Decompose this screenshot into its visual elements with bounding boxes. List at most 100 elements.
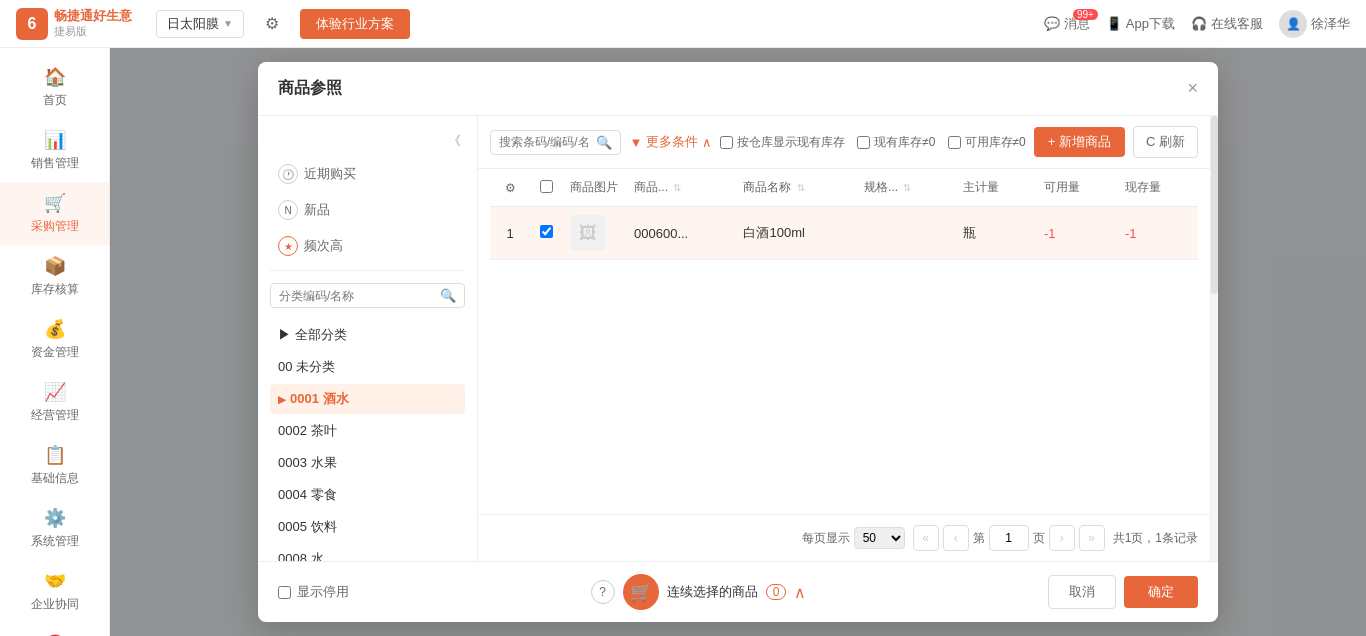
close-icon[interactable]: ×: [1187, 78, 1198, 99]
app-download-item[interactable]: 📱 App下载: [1106, 15, 1175, 33]
confirm-button[interactable]: 确定: [1124, 576, 1198, 608]
cat-0003-label: 0003 水果: [278, 454, 337, 472]
show-disabled-checkbox[interactable]: 显示停用: [278, 583, 349, 601]
sidebar-label-purchase: 采购管理: [31, 218, 79, 235]
last-page-button[interactable]: »: [1079, 525, 1105, 551]
sidebar-item-inventory[interactable]: 📦 库存核算: [0, 245, 109, 308]
cat-0003[interactable]: 0003 水果: [270, 448, 465, 478]
cart-button[interactable]: 🛒: [623, 574, 659, 610]
cat-0002[interactable]: 0002 茶叶: [270, 416, 465, 446]
cb-available-input[interactable]: [948, 136, 961, 149]
basic-info-icon: 📋: [44, 444, 66, 466]
th-check[interactable]: [530, 169, 562, 207]
username-label: 徐泽华: [1311, 15, 1350, 33]
cb-warehouse-input[interactable]: [720, 136, 733, 149]
sidebar-item-system[interactable]: ⚙️ 系统管理: [0, 497, 109, 560]
th-name[interactable]: 商品名称 ⇅: [735, 169, 856, 207]
cat-0001-label: 0001 酒水: [290, 390, 349, 408]
cat-0005[interactable]: 0005 饮料: [270, 512, 465, 542]
th-stock-label: 现存量: [1125, 180, 1161, 194]
row-check[interactable]: [530, 207, 562, 260]
sidebar-label-home: 首页: [43, 92, 67, 109]
sidebar-item-sales[interactable]: 📊 销售管理: [0, 119, 109, 182]
page-navigation: « ‹ 第 页 › »: [913, 525, 1105, 551]
sidebar-item-guide[interactable]: 🎯 新手引导: [0, 623, 109, 636]
cat-0008[interactable]: 0008 水: [270, 544, 465, 561]
category-search-input[interactable]: [279, 289, 434, 303]
footer-collapse-icon[interactable]: ∧: [794, 583, 806, 602]
product-search-icon[interactable]: 🔍: [596, 135, 612, 150]
logo: 6 畅捷通好生意 捷易版: [16, 8, 136, 40]
nav-dropdown[interactable]: 日太阳膜 ▼: [156, 10, 244, 38]
frequent-item[interactable]: ★ 频次高: [270, 230, 465, 262]
th-spec[interactable]: 规格... ⇅: [856, 169, 955, 207]
sidebar-item-enterprise[interactable]: 🤝 企业协同: [0, 560, 109, 623]
product-search-input[interactable]: [499, 135, 590, 149]
collapse-button[interactable]: 《: [270, 128, 465, 154]
th-stock: 现存量: [1117, 169, 1198, 207]
sidebar-label-system: 系统管理: [31, 533, 79, 550]
messages-item[interactable]: 💬 消息 99+: [1044, 15, 1090, 33]
sidebar-item-home[interactable]: 🏠 首页: [0, 56, 109, 119]
cb-warehouse[interactable]: 按仓库显示现有库存: [720, 134, 845, 151]
gear-icon[interactable]: ⚙: [256, 8, 288, 40]
category-search-box[interactable]: 🔍: [270, 283, 465, 308]
help-icon[interactable]: ?: [591, 580, 615, 604]
footer-center: ? 🛒 连续选择的商品 0 ∧: [591, 574, 807, 610]
cb-existing[interactable]: 现有库存≠0: [857, 134, 935, 151]
scroll-bar[interactable]: [1210, 116, 1218, 561]
cb-existing-input[interactable]: [857, 136, 870, 149]
table-row[interactable]: 1 🖼 000600... 白酒100ml 瓶: [490, 207, 1198, 260]
row-checkbox[interactable]: [540, 225, 553, 238]
th-settings[interactable]: ⚙: [490, 169, 530, 207]
cb-available[interactable]: 可用库存≠0: [948, 134, 1026, 151]
experience-button[interactable]: 体验行业方案: [300, 9, 410, 39]
row-code: 000600...: [626, 207, 735, 260]
sidebar-item-operations[interactable]: 📈 经营管理: [0, 371, 109, 434]
user-item[interactable]: 👤 徐泽华: [1279, 10, 1350, 38]
th-code[interactable]: 商品... ⇅: [626, 169, 735, 207]
th-available: 可用量: [1036, 169, 1117, 207]
cat-0005-label: 0005 饮料: [278, 518, 337, 536]
refresh-button[interactable]: C 刷新: [1133, 126, 1198, 158]
page-number-input[interactable]: [989, 525, 1029, 551]
sales-icon: 📊: [44, 129, 66, 151]
page-size-dropdown[interactable]: 50 10 20 100: [854, 527, 905, 549]
cat-0001[interactable]: ▶ 0001 酒水: [270, 384, 465, 414]
main-layout: 🏠 首页 📊 销售管理 🛒 采购管理 📦 库存核算 💰 资金管理 📈 经营管理 …: [0, 48, 1366, 636]
new-product-item[interactable]: N 新品: [270, 194, 465, 226]
next-page-button[interactable]: ›: [1049, 525, 1075, 551]
first-page-button[interactable]: «: [913, 525, 939, 551]
search-icon[interactable]: 🔍: [440, 288, 456, 303]
recent-buy-label: 近期购买: [304, 165, 356, 183]
add-product-button[interactable]: + 新增商品: [1034, 127, 1125, 157]
category-tree: ▶ 全部分类 00 未分类 ▶ 0001 酒水 0002 茶叶: [270, 320, 465, 561]
sidebar-item-basic-info[interactable]: 📋 基础信息: [0, 434, 109, 497]
product-search-box[interactable]: 🔍: [490, 130, 621, 155]
cb-available-label: 可用库存≠0: [965, 134, 1026, 151]
message-icon: 💬: [1044, 16, 1060, 31]
show-disabled-input[interactable]: [278, 586, 291, 599]
th-image: 商品图片: [562, 169, 626, 207]
prev-page-button[interactable]: ‹: [943, 525, 969, 551]
filter-button[interactable]: ▼ 更多条件 ∧: [629, 133, 712, 151]
online-service-item[interactable]: 🎧 在线客服: [1191, 15, 1263, 33]
clock-icon: 🕐: [278, 164, 298, 184]
scrollbar-thumb[interactable]: [1211, 116, 1218, 294]
sidebar-item-purchase[interactable]: 🛒 采购管理: [0, 182, 109, 245]
row-unit: 瓶: [955, 207, 1036, 260]
modal-footer: 显示停用 ? 🛒 连续选择的商品 0 ∧ 取消 确定: [258, 561, 1218, 622]
page-unit: 页: [1033, 530, 1045, 547]
select-all-checkbox[interactable]: [540, 180, 553, 193]
cat-all[interactable]: ▶ 全部分类: [270, 320, 465, 350]
cat-0004[interactable]: 0004 零食: [270, 480, 465, 510]
cancel-button[interactable]: 取消: [1048, 575, 1116, 609]
cat-00[interactable]: 00 未分类: [270, 352, 465, 382]
nav-dropdown-label: 日太阳膜: [167, 15, 219, 33]
th-code-label: 商品...: [634, 180, 668, 194]
page-size-select[interactable]: 每页显示 50 10 20 100: [802, 527, 905, 549]
recent-buy-item[interactable]: 🕐 近期购买: [270, 158, 465, 190]
top-navigation: 6 畅捷通好生意 捷易版 日太阳膜 ▼ ⚙ 体验行业方案 💬 消息 99+ 📱 …: [0, 0, 1366, 48]
sidebar-item-finance[interactable]: 💰 资金管理: [0, 308, 109, 371]
cat-00-label: 00 未分类: [278, 358, 335, 376]
